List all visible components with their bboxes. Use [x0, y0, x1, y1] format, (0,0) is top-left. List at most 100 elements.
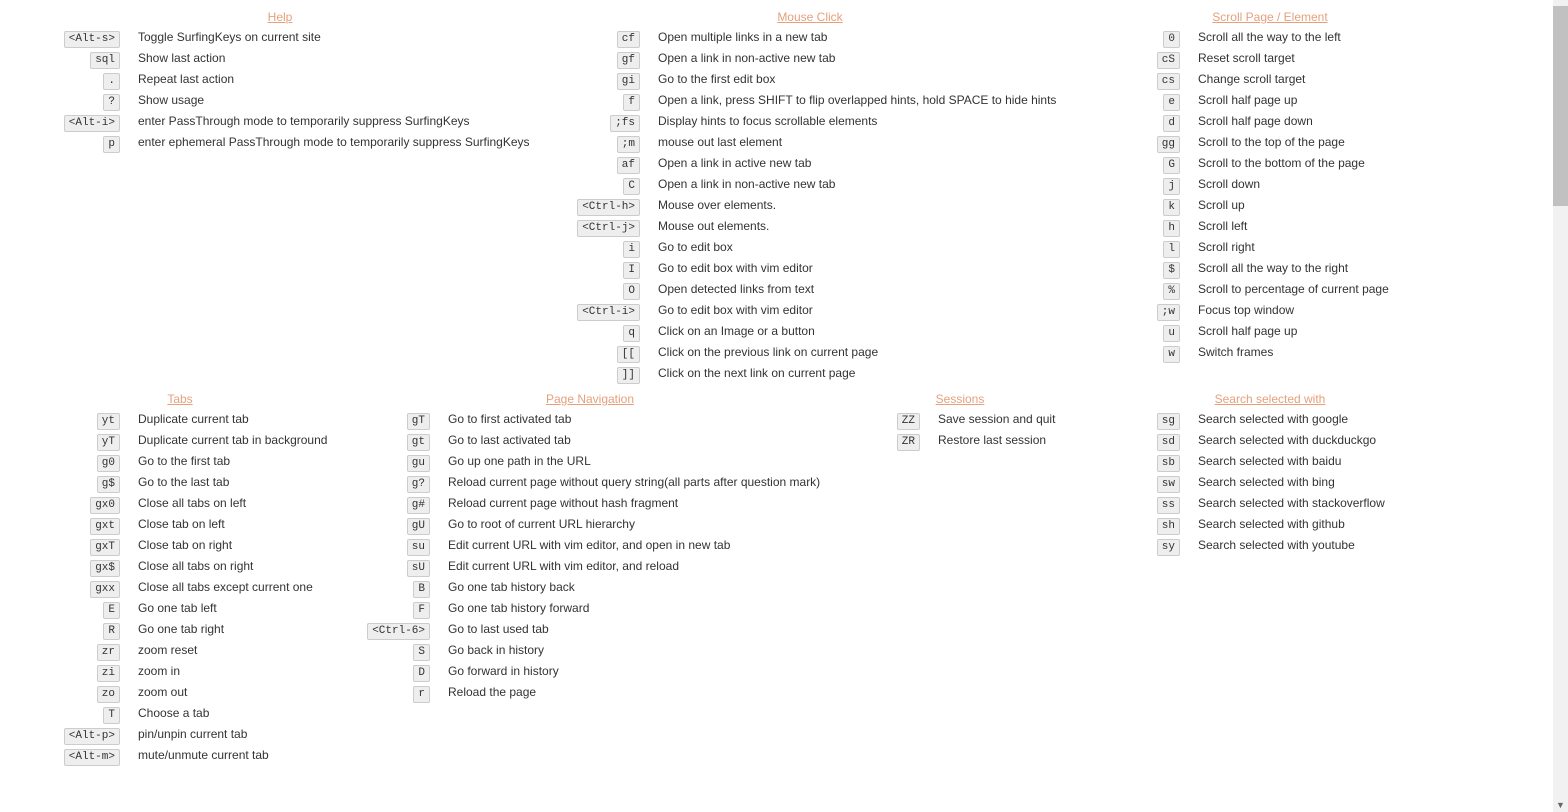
shortcut-description: Open a link in non-active new tab [658, 174, 835, 195]
shortcut-row: afOpen a link in active new tab [540, 153, 1080, 174]
shortcut-row: g?Reload current page without query stri… [340, 472, 840, 493]
key-column: d [1080, 111, 1198, 132]
shortcut-key: sw [1157, 476, 1180, 493]
shortcut-key: gx0 [90, 497, 120, 514]
shortcut-description: Go forward in history [448, 661, 559, 682]
shortcut-row: yTDuplicate current tab in background [20, 430, 340, 451]
shortcut-key: <Ctrl-6> [367, 623, 430, 640]
section-title: Scroll Page / Element [1080, 10, 1460, 24]
shortcut-key: h [1163, 220, 1180, 237]
key-column: gU [340, 514, 448, 535]
shortcut-row: guGo up one path in the URL [340, 451, 840, 472]
key-column: w [1080, 342, 1198, 363]
shortcut-row: giGo to the first edit box [540, 69, 1080, 90]
shortcut-key: I [623, 262, 640, 279]
key-column: <Alt-p> [20, 724, 138, 745]
scroll-down-arrow-icon[interactable]: ▼ [1553, 797, 1568, 812]
key-column: u [1080, 321, 1198, 342]
shortcut-row: <Alt-i>enter PassThrough mode to tempora… [20, 111, 540, 132]
shortcut-description: Open detected links from text [658, 279, 814, 300]
shortcut-key: gT [407, 413, 430, 430]
key-column: ss [1080, 493, 1198, 514]
shortcut-description: Restore last session [938, 430, 1046, 451]
key-column: gx0 [20, 493, 138, 514]
shortcut-description: Click on the previous link on current pa… [658, 342, 878, 363]
key-column: gx$ [20, 556, 138, 577]
key-column: <Ctrl-h> [540, 195, 658, 216]
shortcut-row: zozoom out [20, 682, 340, 703]
shortcut-description: Mouse over elements. [658, 195, 776, 216]
key-column: zr [20, 640, 138, 661]
shortcut-row: g#Reload current page without hash fragm… [340, 493, 840, 514]
shortcut-row: hScroll left [1080, 216, 1460, 237]
shortcut-key: yt [97, 413, 120, 430]
key-column: gu [340, 451, 448, 472]
shortcut-row: sw Search selected with bing [1080, 472, 1460, 493]
shortcut-row: DGo forward in history [340, 661, 840, 682]
shortcut-description: Reset scroll target [1198, 48, 1295, 69]
shortcut-description: Go to the last tab [138, 472, 229, 493]
shortcut-row: penter ephemeral PassThrough mode to tem… [20, 132, 540, 153]
key-column: zi [20, 661, 138, 682]
key-column: R [20, 619, 138, 640]
shortcut-key: sql [90, 52, 120, 69]
shortcut-description: Scroll to the top of the page [1198, 132, 1345, 153]
key-column: T [20, 703, 138, 724]
shortcut-key: f [623, 94, 640, 111]
shortcut-description: Focus top window [1198, 300, 1294, 321]
shortcut-key: cS [1157, 52, 1180, 69]
shortcut-key: zo [97, 686, 120, 703]
shortcut-row: COpen a link in non-active new tab [540, 174, 1080, 195]
key-column: sy [1080, 535, 1198, 556]
shortcut-key: gxt [90, 518, 120, 535]
scrollbar-thumb[interactable] [1553, 6, 1568, 206]
shortcut-key: O [623, 283, 640, 300]
section-title: Page Navigation [340, 392, 840, 406]
shortcut-description: Scroll to the bottom of the page [1198, 153, 1365, 174]
shortcut-row: <Alt-p>pin/unpin current tab [20, 724, 340, 745]
shortcut-description: Open multiple links in a new tab [658, 27, 827, 48]
sections-container: Help<Alt-s>Toggle SurfingKeys on current… [20, 10, 1520, 774]
shortcut-key: F [413, 602, 430, 619]
shortcut-description: Close all tabs on right [138, 556, 253, 577]
key-column: sh [1080, 514, 1198, 535]
key-column: ;m [540, 132, 658, 153]
shortcut-row: T Choose a tab [20, 703, 340, 724]
section-tabs: TabsytDuplicate current tabyTDuplicate c… [20, 392, 340, 766]
shortcut-description: Go to root of current URL hierarchy [448, 514, 635, 535]
shortcut-row: ZR Restore last session [840, 430, 1080, 451]
shortcut-description: Search selected with bing [1198, 472, 1335, 493]
shortcut-key: g# [407, 497, 430, 514]
shortcut-description: enter PassThrough mode to temporarily su… [138, 111, 470, 132]
shortcut-key: T [103, 707, 120, 724]
shortcut-description: Scroll all the way to the right [1198, 258, 1348, 279]
shortcut-row: qClick on an Image or a button [540, 321, 1080, 342]
shortcut-description: Choose a tab [138, 703, 209, 724]
shortcut-description: zoom in [138, 661, 180, 682]
shortcut-row: ZZSave session and quit [840, 409, 1080, 430]
shortcut-key: zr [97, 644, 120, 661]
key-column: j [1080, 174, 1198, 195]
shortcut-description: mute/unmute current tab [138, 745, 269, 766]
shortcut-key: af [617, 157, 640, 174]
key-column: ;fs [540, 111, 658, 132]
shortcut-key: $ [1163, 262, 1180, 279]
shortcut-key: ss [1157, 497, 1180, 514]
shortcut-description: pin/unpin current tab [138, 724, 247, 745]
scrollbar-track[interactable]: ▲ ▼ [1553, 0, 1568, 812]
shortcut-key: su [407, 539, 430, 556]
shortcut-key: ZR [897, 434, 920, 451]
shortcut-row: O Open detected links from text [540, 279, 1080, 300]
key-column: <Alt-s> [20, 27, 138, 48]
key-column: gxT [20, 535, 138, 556]
key-column: zo [20, 682, 138, 703]
key-column: sU [340, 556, 448, 577]
shortcut-description: Click on the next link on current page [658, 363, 855, 384]
key-column: g0 [20, 451, 138, 472]
shortcut-row: gx0 Close all tabs on left [20, 493, 340, 514]
shortcut-description: Search selected with baidu [1198, 451, 1341, 472]
key-column: ? [20, 90, 138, 111]
key-column: % [1080, 279, 1198, 300]
shortcut-description: Close all tabs on left [138, 493, 246, 514]
shortcut-key: G [1163, 157, 1180, 174]
